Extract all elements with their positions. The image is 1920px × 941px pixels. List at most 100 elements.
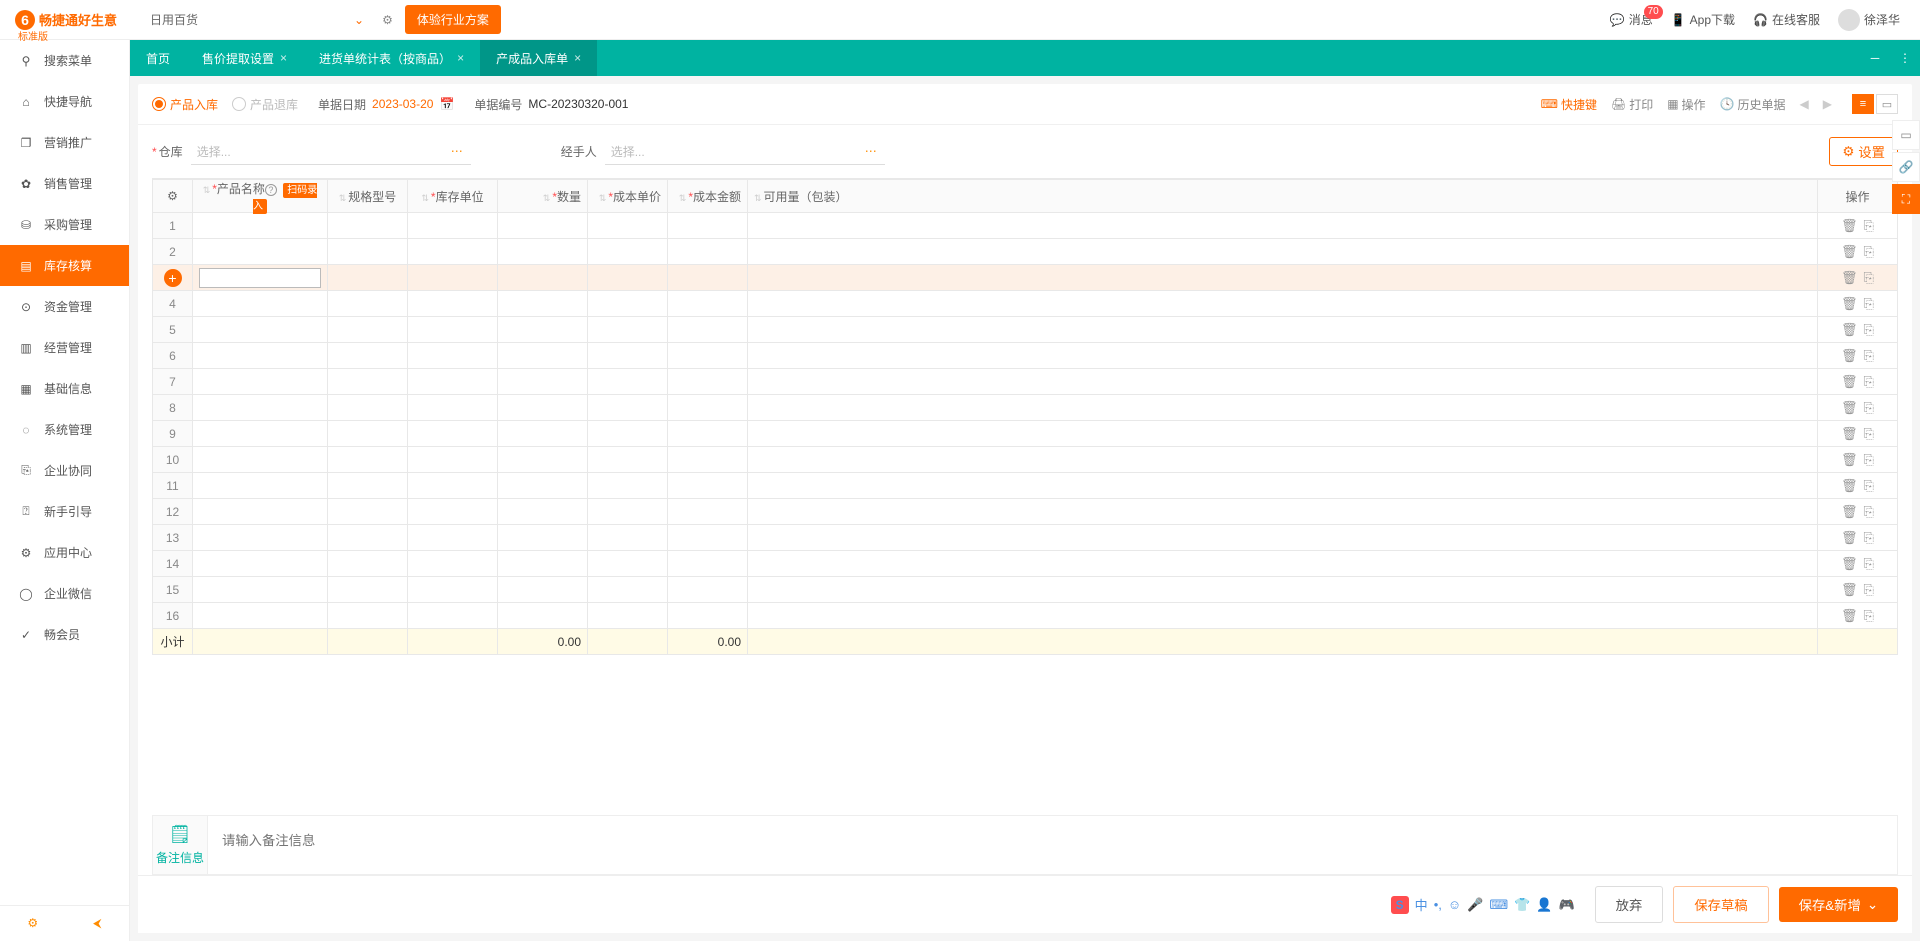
cell-price[interactable] bbox=[588, 525, 668, 551]
cell-price[interactable] bbox=[588, 603, 668, 629]
cell-amount[interactable] bbox=[668, 525, 748, 551]
cell-price[interactable] bbox=[588, 369, 668, 395]
sidebar-item-8[interactable]: ▦基础信息 bbox=[0, 368, 129, 409]
cell-spec[interactable] bbox=[328, 525, 408, 551]
discard-button[interactable]: 放弃 bbox=[1595, 886, 1664, 923]
cell-amount[interactable] bbox=[668, 239, 748, 265]
copy-icon[interactable]: ⎘ bbox=[1864, 556, 1874, 571]
cell-amount[interactable] bbox=[668, 343, 748, 369]
cell-name[interactable] bbox=[193, 473, 328, 499]
cell-unit[interactable] bbox=[408, 421, 498, 447]
remark-input[interactable] bbox=[208, 816, 1897, 874]
cell-amount[interactable] bbox=[668, 551, 748, 577]
table-row[interactable]: 14🗑⎘ bbox=[153, 551, 1898, 577]
copy-icon[interactable]: ⎘ bbox=[1864, 296, 1874, 311]
cell-amount[interactable] bbox=[668, 291, 748, 317]
cell-amount[interactable] bbox=[668, 499, 748, 525]
rail-btn-3[interactable]: ⛶ bbox=[1892, 184, 1920, 214]
delete-icon[interactable]: 🗑 bbox=[1841, 348, 1858, 363]
cell-price[interactable] bbox=[588, 473, 668, 499]
delete-icon[interactable]: 🗑 bbox=[1841, 218, 1858, 233]
copy-icon[interactable]: ⎘ bbox=[1864, 244, 1874, 259]
cell-avail[interactable] bbox=[748, 213, 1818, 239]
close-icon[interactable]: × bbox=[280, 51, 287, 65]
cell-unit[interactable] bbox=[408, 369, 498, 395]
sidebar-item-10[interactable]: ⎘企业协同 bbox=[0, 450, 129, 491]
table-row[interactable]: 10🗑⎘ bbox=[153, 447, 1898, 473]
warehouse-select[interactable]: 选择... ⋯ bbox=[191, 139, 471, 165]
cell-avail[interactable] bbox=[748, 343, 1818, 369]
experience-button[interactable]: 体验行业方案 bbox=[405, 5, 501, 34]
cell-price[interactable] bbox=[588, 499, 668, 525]
cell-price[interactable] bbox=[588, 395, 668, 421]
cell-amount[interactable] bbox=[668, 421, 748, 447]
cell-qty[interactable] bbox=[498, 577, 588, 603]
cell-qty[interactable] bbox=[498, 213, 588, 239]
cell-amount[interactable] bbox=[668, 473, 748, 499]
product-name-input[interactable] bbox=[199, 268, 321, 288]
add-row-icon[interactable]: + bbox=[164, 269, 182, 287]
cell-name[interactable] bbox=[193, 447, 328, 473]
copy-icon[interactable]: ⎘ bbox=[1864, 270, 1874, 285]
cell-qty[interactable] bbox=[498, 473, 588, 499]
cell-name[interactable] bbox=[193, 525, 328, 551]
tab-more[interactable]: ⋮ bbox=[1890, 40, 1920, 76]
delete-icon[interactable]: 🗑 bbox=[1841, 270, 1858, 285]
view-card-button[interactable]: ▭ bbox=[1876, 94, 1898, 114]
sidebar-item-12[interactable]: ⚙应用中心 bbox=[0, 532, 129, 573]
table-row[interactable]: 13🗑⎘ bbox=[153, 525, 1898, 551]
table-row[interactable]: 4🗑⎘ bbox=[153, 291, 1898, 317]
save-new-button[interactable]: 保存&新增 ⌄ bbox=[1779, 887, 1898, 922]
user-menu[interactable]: 徐泽华 bbox=[1838, 9, 1900, 31]
tab-3[interactable]: 产成品入库单× bbox=[480, 40, 597, 76]
cell-price[interactable] bbox=[588, 447, 668, 473]
cell-qty[interactable] bbox=[498, 239, 588, 265]
delete-icon[interactable]: 🗑 bbox=[1841, 374, 1858, 389]
cell-spec[interactable] bbox=[328, 577, 408, 603]
settings-icon[interactable]: ⚙ bbox=[27, 916, 38, 931]
close-icon[interactable]: × bbox=[457, 51, 464, 65]
online-service-link[interactable]: 🎧 在线客服 bbox=[1753, 11, 1820, 28]
table-row[interactable]: 2🗑⎘ bbox=[153, 239, 1898, 265]
cell-spec[interactable] bbox=[328, 343, 408, 369]
cell-unit[interactable] bbox=[408, 291, 498, 317]
tab-minimize[interactable]: ─ bbox=[1860, 40, 1890, 76]
radio-stock-out[interactable]: 产品退库 bbox=[232, 96, 298, 113]
cell-spec[interactable] bbox=[328, 395, 408, 421]
col-qty[interactable]: ⇅*数量 bbox=[498, 180, 588, 213]
cell-name[interactable] bbox=[193, 577, 328, 603]
col-product-name[interactable]: ⇅*产品名称? 扫码录入 bbox=[193, 180, 328, 213]
hotkey-button[interactable]: ⌨快捷键 bbox=[1541, 96, 1597, 113]
cell-qty[interactable] bbox=[498, 551, 588, 577]
cell-avail[interactable] bbox=[748, 265, 1818, 291]
help-icon[interactable]: ? bbox=[265, 184, 277, 196]
cell-name[interactable] bbox=[193, 551, 328, 577]
sidebar-item-6[interactable]: ⊙资金管理 bbox=[0, 286, 129, 327]
cell-unit[interactable] bbox=[408, 551, 498, 577]
cell-unit[interactable] bbox=[408, 577, 498, 603]
radio-stock-in[interactable]: 产品入库 bbox=[152, 96, 218, 113]
sidebar-item-9[interactable]: ◌系统管理 bbox=[0, 409, 129, 450]
cell-name[interactable] bbox=[193, 317, 328, 343]
cell-qty[interactable] bbox=[498, 395, 588, 421]
cell-amount[interactable] bbox=[668, 213, 748, 239]
print-button[interactable]: 🖨打印 bbox=[1611, 96, 1653, 113]
cell-amount[interactable] bbox=[668, 265, 748, 291]
cell-avail[interactable] bbox=[748, 525, 1818, 551]
delete-icon[interactable]: 🗑 bbox=[1841, 608, 1858, 623]
cell-avail[interactable] bbox=[748, 421, 1818, 447]
delete-icon[interactable]: 🗑 bbox=[1841, 452, 1858, 467]
tab-1[interactable]: 售价提取设置× bbox=[186, 40, 303, 76]
delete-icon[interactable]: 🗑 bbox=[1841, 478, 1858, 493]
view-list-button[interactable]: ≡ bbox=[1852, 94, 1874, 114]
copy-icon[interactable]: ⎘ bbox=[1864, 322, 1874, 337]
cell-spec[interactable] bbox=[328, 291, 408, 317]
gear-icon[interactable]: ⚙ bbox=[382, 13, 393, 27]
table-row[interactable]: 9🗑⎘ bbox=[153, 421, 1898, 447]
cell-price[interactable] bbox=[588, 213, 668, 239]
cell-avail[interactable] bbox=[748, 473, 1818, 499]
cell-name[interactable] bbox=[193, 603, 328, 629]
copy-icon[interactable]: ⎘ bbox=[1864, 530, 1874, 545]
cell-unit[interactable] bbox=[408, 499, 498, 525]
sidebar-item-0[interactable]: ⚲搜索菜单 bbox=[0, 40, 129, 81]
